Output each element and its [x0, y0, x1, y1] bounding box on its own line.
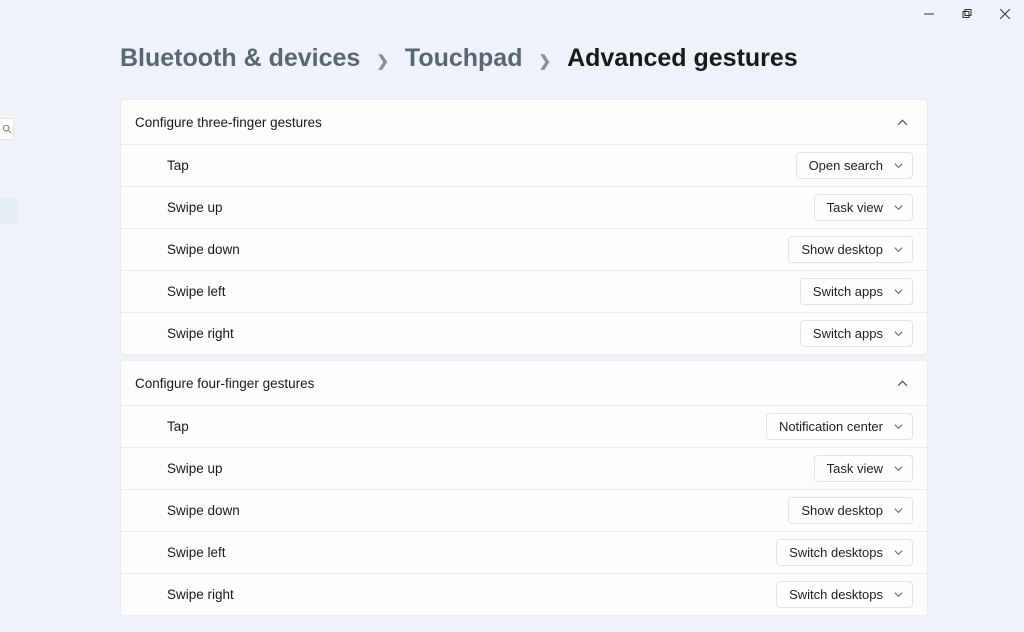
- swipe-down-action-dropdown[interactable]: Show desktop: [788, 497, 913, 524]
- gesture-label: Swipe right: [167, 326, 234, 341]
- gesture-label: Swipe left: [167, 545, 226, 560]
- maximize-button[interactable]: [948, 0, 986, 28]
- swipe-left-action-dropdown[interactable]: Switch apps: [800, 278, 913, 305]
- swipe-right-action-dropdown[interactable]: Switch apps: [800, 320, 913, 347]
- search-input[interactable]: [0, 118, 14, 140]
- chevron-down-icon: [893, 505, 904, 516]
- dropdown-value: Switch desktops: [789, 587, 883, 602]
- close-button[interactable]: [986, 0, 1024, 28]
- dropdown-value: Switch desktops: [789, 545, 883, 560]
- gesture-row-swipe-left: Swipe left Switch desktops: [121, 531, 927, 573]
- swipe-right-action-dropdown[interactable]: Switch desktops: [776, 581, 913, 608]
- breadcrumb-level2[interactable]: Touchpad: [405, 44, 523, 73]
- gesture-row-swipe-left: Swipe left Switch apps: [121, 270, 927, 312]
- chevron-right-icon: ❯: [376, 52, 389, 70]
- gesture-row-swipe-right: Swipe right Switch apps: [121, 312, 927, 354]
- three-finger-header[interactable]: Configure three-finger gestures: [121, 100, 927, 144]
- tap-action-dropdown[interactable]: Open search: [796, 152, 913, 179]
- dropdown-value: Task view: [827, 200, 883, 215]
- gesture-label: Tap: [167, 158, 189, 173]
- gesture-label: Swipe up: [167, 200, 223, 215]
- chevron-down-icon: [893, 160, 904, 171]
- gesture-label: Swipe right: [167, 587, 234, 602]
- four-finger-header[interactable]: Configure four-finger gestures: [121, 361, 927, 405]
- gesture-row-swipe-down: Swipe down Show desktop: [121, 228, 927, 270]
- dropdown-value: Open search: [809, 158, 883, 173]
- dropdown-value: Show desktop: [801, 242, 883, 257]
- window-controls: [910, 0, 1024, 28]
- gesture-row-swipe-up: Swipe up Task view: [121, 186, 927, 228]
- tap-action-dropdown[interactable]: Notification center: [766, 413, 913, 440]
- gesture-label: Swipe left: [167, 284, 226, 299]
- chevron-down-icon: [893, 202, 904, 213]
- dropdown-value: Switch apps: [813, 284, 883, 299]
- chevron-down-icon: [893, 547, 904, 558]
- gesture-label: Swipe down: [167, 503, 240, 518]
- close-icon: [1000, 9, 1010, 19]
- gesture-row-swipe-right: Swipe right Switch desktops: [121, 573, 927, 615]
- chevron-down-icon: [893, 421, 904, 432]
- gesture-row-tap: Tap Notification center: [121, 405, 927, 447]
- swipe-left-action-dropdown[interactable]: Switch desktops: [776, 539, 913, 566]
- nav-item-active[interactable]: [0, 198, 18, 224]
- chevron-right-icon: ❯: [538, 52, 551, 70]
- three-finger-section: Configure three-finger gestures Tap Open…: [120, 99, 928, 355]
- gesture-label: Tap: [167, 419, 189, 434]
- chevron-down-icon: [893, 244, 904, 255]
- maximize-icon: [962, 9, 972, 19]
- chevron-down-icon: [893, 589, 904, 600]
- main-content: Bluetooth & devices ❯ Touchpad ❯ Advance…: [120, 44, 928, 621]
- chevron-down-icon: [893, 286, 904, 297]
- search-icon: [2, 124, 12, 134]
- breadcrumb-level1[interactable]: Bluetooth & devices: [120, 44, 360, 73]
- swipe-up-action-dropdown[interactable]: Task view: [814, 194, 913, 221]
- dropdown-value: Task view: [827, 461, 883, 476]
- gesture-label: Swipe up: [167, 461, 223, 476]
- minimize-button[interactable]: [910, 0, 948, 28]
- gesture-row-swipe-down: Swipe down Show desktop: [121, 489, 927, 531]
- breadcrumb: Bluetooth & devices ❯ Touchpad ❯ Advance…: [120, 44, 928, 73]
- four-finger-section: Configure four-finger gestures Tap Notif…: [120, 360, 928, 616]
- page-title: Advanced gestures: [567, 44, 798, 73]
- dropdown-value: Show desktop: [801, 503, 883, 518]
- section-title: Configure three-finger gestures: [135, 115, 322, 130]
- swipe-down-action-dropdown[interactable]: Show desktop: [788, 236, 913, 263]
- chevron-up-icon: [896, 116, 909, 129]
- gesture-label: Swipe down: [167, 242, 240, 257]
- chevron-down-icon: [893, 328, 904, 339]
- section-title: Configure four-finger gestures: [135, 376, 314, 391]
- swipe-up-action-dropdown[interactable]: Task view: [814, 455, 913, 482]
- dropdown-value: Switch apps: [813, 326, 883, 341]
- chevron-up-icon: [896, 377, 909, 390]
- minimize-icon: [924, 9, 934, 19]
- gesture-row-tap: Tap Open search: [121, 144, 927, 186]
- gesture-row-swipe-up: Swipe up Task view: [121, 447, 927, 489]
- dropdown-value: Notification center: [779, 419, 883, 434]
- chevron-down-icon: [893, 463, 904, 474]
